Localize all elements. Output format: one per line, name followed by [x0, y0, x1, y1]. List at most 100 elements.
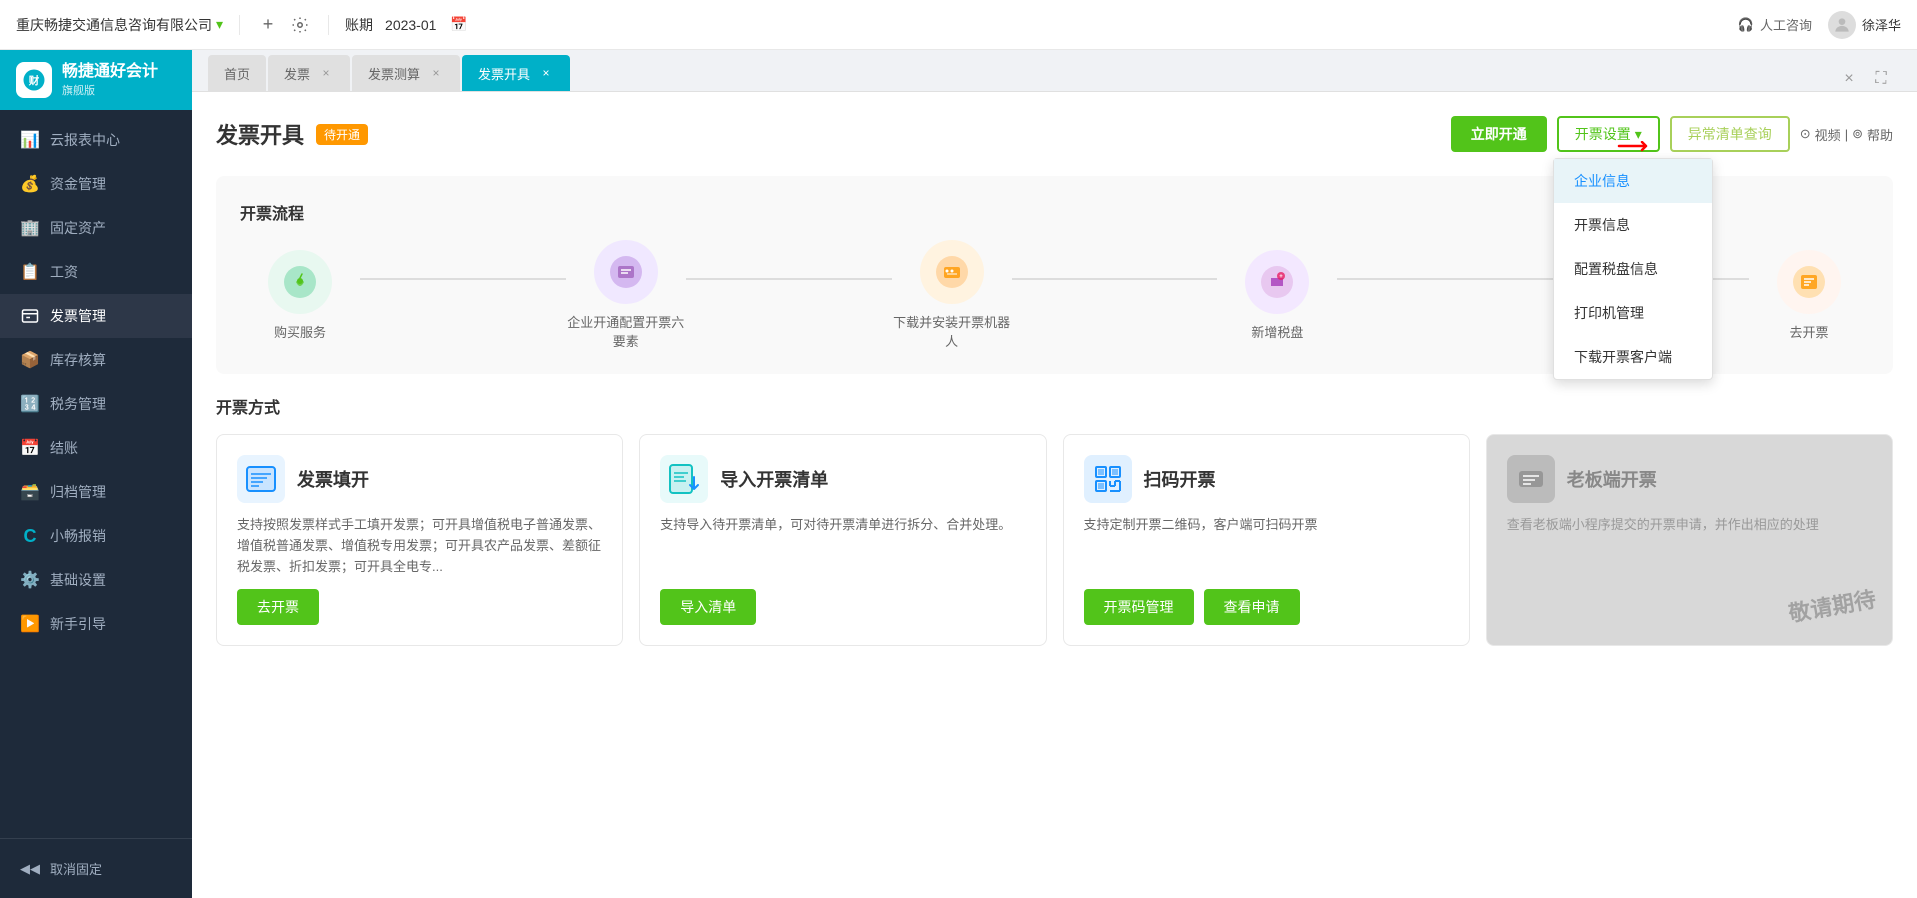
dropdown-item-tax-disk[interactable]: 配置税盘信息: [1554, 247, 1712, 291]
tab-fapiao-close[interactable]: ×: [318, 65, 334, 81]
settings-dropdown-chevron: ▾: [1635, 126, 1642, 143]
gudingzichan-icon: 🏢: [20, 218, 40, 238]
flow-connector-4: [1337, 278, 1543, 280]
method-card-daoru: 导入开票清单 支持导入待开票清单，可对待开票清单进行拆分、合并处理。 导入清单: [639, 434, 1046, 646]
logo-icon: 财: [16, 62, 52, 98]
collapse-icon: ◀◀: [20, 861, 40, 877]
tab-home-label: 首页: [224, 64, 250, 83]
sidebar-item-label: 发票管理: [50, 306, 106, 326]
sidebar-item-guidang[interactable]: 🗃️ 归档管理: [0, 470, 192, 514]
page-header: 发票开具 待开通 立即开通 开票设置 ▾ 异常清单查询 ⊙ 视频 |: [216, 116, 1893, 152]
play-icon: ⊙: [1800, 126, 1811, 142]
app-title: 畅捷通好会计: [62, 62, 158, 81]
settings-dropdown-menu: 企业信息 开票信息 配置税盘信息 打印机管理 下载开票客户端: [1553, 158, 1713, 380]
headset-icon: 🎧: [1738, 17, 1754, 33]
sidebar-item-label: 结账: [50, 438, 78, 458]
tab-fapiao[interactable]: 发票 ×: [268, 55, 350, 91]
sidebar-item-kucun[interactable]: 📦 库存核算: [0, 338, 192, 382]
sidebar: 财 畅捷通好会计 旗舰版 📊 云报表中心 💰 资金管理 🏢: [0, 50, 192, 898]
add-tab-button[interactable]: +: [256, 13, 280, 37]
flow-step-5-icon: [1777, 250, 1841, 314]
svg-text:+: +: [1280, 274, 1284, 280]
window-close-icon[interactable]: ×: [1837, 67, 1861, 91]
window-maximize-icon[interactable]: ⛶: [1869, 67, 1893, 91]
sidebar-item-zijin[interactable]: 💰 资金管理: [0, 162, 192, 206]
dropdown-item-printer[interactable]: 打印机管理: [1554, 291, 1712, 335]
page-header-actions: 立即开通 开票设置 ▾ 异常清单查询 ⊙ 视频 | ⊚ 帮助: [1451, 116, 1893, 152]
activate-button[interactable]: 立即开通: [1451, 116, 1547, 152]
company-dropdown-icon[interactable]: ▾: [216, 16, 223, 33]
help-label: 帮助: [1867, 125, 1893, 144]
method-card-laobanduan-header: 老板端开票: [1507, 455, 1872, 503]
saoma-action-button-1[interactable]: 开票码管理: [1084, 589, 1194, 625]
period-calendar-icon[interactable]: 📅: [450, 16, 467, 33]
logo-text-block: 畅捷通好会计 旗舰版: [62, 62, 158, 97]
saoma-icon: [1084, 455, 1132, 503]
consulting-label: 人工咨询: [1760, 15, 1812, 34]
method-card-daoru-desc: 支持导入待开票清单，可对待开票清单进行拆分、合并处理。: [660, 515, 1025, 577]
sidebar-bottom: ◀◀ 取消固定: [0, 838, 192, 898]
dropdown-item-download-client[interactable]: 下载开票客户端: [1554, 335, 1712, 379]
topbar-right: 🎧 人工咨询 徐泽华: [1738, 11, 1901, 39]
tab-bar: 首页 发票 × 发票测算 × 发票开具 × × ⛶: [192, 50, 1917, 92]
company-selector[interactable]: 重庆畅捷交通信息咨询有限公司 ▾: [16, 15, 223, 35]
sidebar-item-gongzi[interactable]: 📋 工资: [0, 250, 192, 294]
method-card-tiankong-actions: 去开票: [237, 589, 602, 625]
dropdown-item-company-info[interactable]: 企业信息: [1554, 159, 1712, 203]
svg-text:财: 财: [28, 74, 40, 87]
daoru-action-button[interactable]: 导入清单: [660, 589, 756, 625]
method-card-daoru-actions: 导入清单: [660, 589, 1025, 625]
sidebar-item-yunbaobiao[interactable]: 📊 云报表中心: [0, 118, 192, 162]
sidebar-item-label: 基础设置: [50, 570, 106, 590]
red-arrow-indicator: [1614, 141, 1654, 164]
sidebar-item-jichushezhi[interactable]: ⚙️ 基础设置: [0, 558, 192, 602]
tiankong-action-button[interactable]: 去开票: [237, 589, 319, 625]
sidebar-item-label: 归档管理: [50, 482, 106, 502]
dropdown-item-invoice-info[interactable]: 开票信息: [1554, 203, 1712, 247]
sidebar-item-xinshouyindao[interactable]: ▶️ 新手引导: [0, 602, 192, 646]
flow-connector-3: [1012, 278, 1218, 280]
flow-step-1: 购买服务: [240, 250, 360, 341]
methods-section: 开票方式: [216, 394, 1893, 646]
help-icon: ⊚: [1852, 126, 1863, 142]
status-badge: 待开通: [316, 124, 368, 145]
sidebar-item-jiezhang[interactable]: 📅 结账: [0, 426, 192, 470]
saoma-action-button-2[interactable]: 查看申请: [1204, 589, 1300, 625]
flow-step-2: 企业开通配置开票六要素: [566, 240, 686, 350]
topbar-period-divider: [328, 15, 329, 35]
method-card-laobanduan-title: 老板端开票: [1567, 466, 1657, 492]
topbar-settings-icon[interactable]: [288, 13, 312, 37]
methods-grid: 发票填开 支持按照发票样式手工填开发票；可开具增值税电子普通发票、增值税普通发票…: [216, 434, 1893, 646]
sidebar-item-shuiwu[interactable]: 🔢 税务管理: [0, 382, 192, 426]
sidebar-item-gudingzichan[interactable]: 🏢 固定资产: [0, 206, 192, 250]
flow-step-5-label: 去开票: [1789, 322, 1828, 341]
sidebar-item-fapiao[interactable]: 发票管理: [0, 294, 192, 338]
method-card-tiankong-desc: 支持按照发票样式手工填开发票；可开具增值税电子普通发票、增值税普通发票、增值税专…: [237, 515, 602, 577]
tab-fapiaokaiqu-close[interactable]: ×: [538, 65, 554, 81]
user-menu[interactable]: 徐泽华: [1828, 11, 1901, 39]
sidebar-item-label: 资金管理: [50, 174, 106, 194]
baoxiao-icon: C: [20, 526, 40, 546]
flow-step-1-icon: [268, 250, 332, 314]
flow-step-5: 去开票: [1749, 250, 1869, 341]
tab-fapiaocesuan[interactable]: 发票测算 ×: [352, 55, 460, 91]
method-card-saoma-desc: 支持定制开票二维码，客户端可扫码开票: [1084, 515, 1449, 577]
method-card-saoma: 扫码开票 支持定制开票二维码，客户端可扫码开票 开票码管理 查看申请: [1063, 434, 1470, 646]
abnormal-list-button[interactable]: 异常清单查询: [1670, 116, 1790, 152]
consulting-button[interactable]: 🎧 人工咨询: [1738, 15, 1812, 34]
tab-home[interactable]: 首页: [208, 55, 266, 91]
video-button[interactable]: ⊙ 视频 | ⊚ 帮助: [1800, 125, 1893, 144]
method-card-saoma-actions: 开票码管理 查看申请: [1084, 589, 1449, 625]
laobanduan-icon: [1507, 455, 1555, 503]
topbar-left: 重庆畅捷交通信息咨询有限公司 ▾ + 账期 2023-01 📅: [16, 13, 468, 37]
sidebar-collapse-button[interactable]: ◀◀ 取消固定: [0, 847, 192, 890]
flow-step-4: + 新增税盘: [1217, 250, 1337, 341]
collapse-label: 取消固定: [50, 859, 102, 878]
flow-step-3: 下载并安装开票机器人: [892, 240, 1012, 350]
tab-fapiaokaiqu-label: 发票开具: [478, 64, 530, 83]
tab-fapiaokaiqu[interactable]: 发票开具 ×: [462, 55, 570, 91]
kucun-icon: 📦: [20, 350, 40, 370]
tab-fapiaocesuan-close[interactable]: ×: [428, 65, 444, 81]
daoru-icon: [660, 455, 708, 503]
sidebar-item-baoxiao[interactable]: C 小畅报销: [0, 514, 192, 558]
